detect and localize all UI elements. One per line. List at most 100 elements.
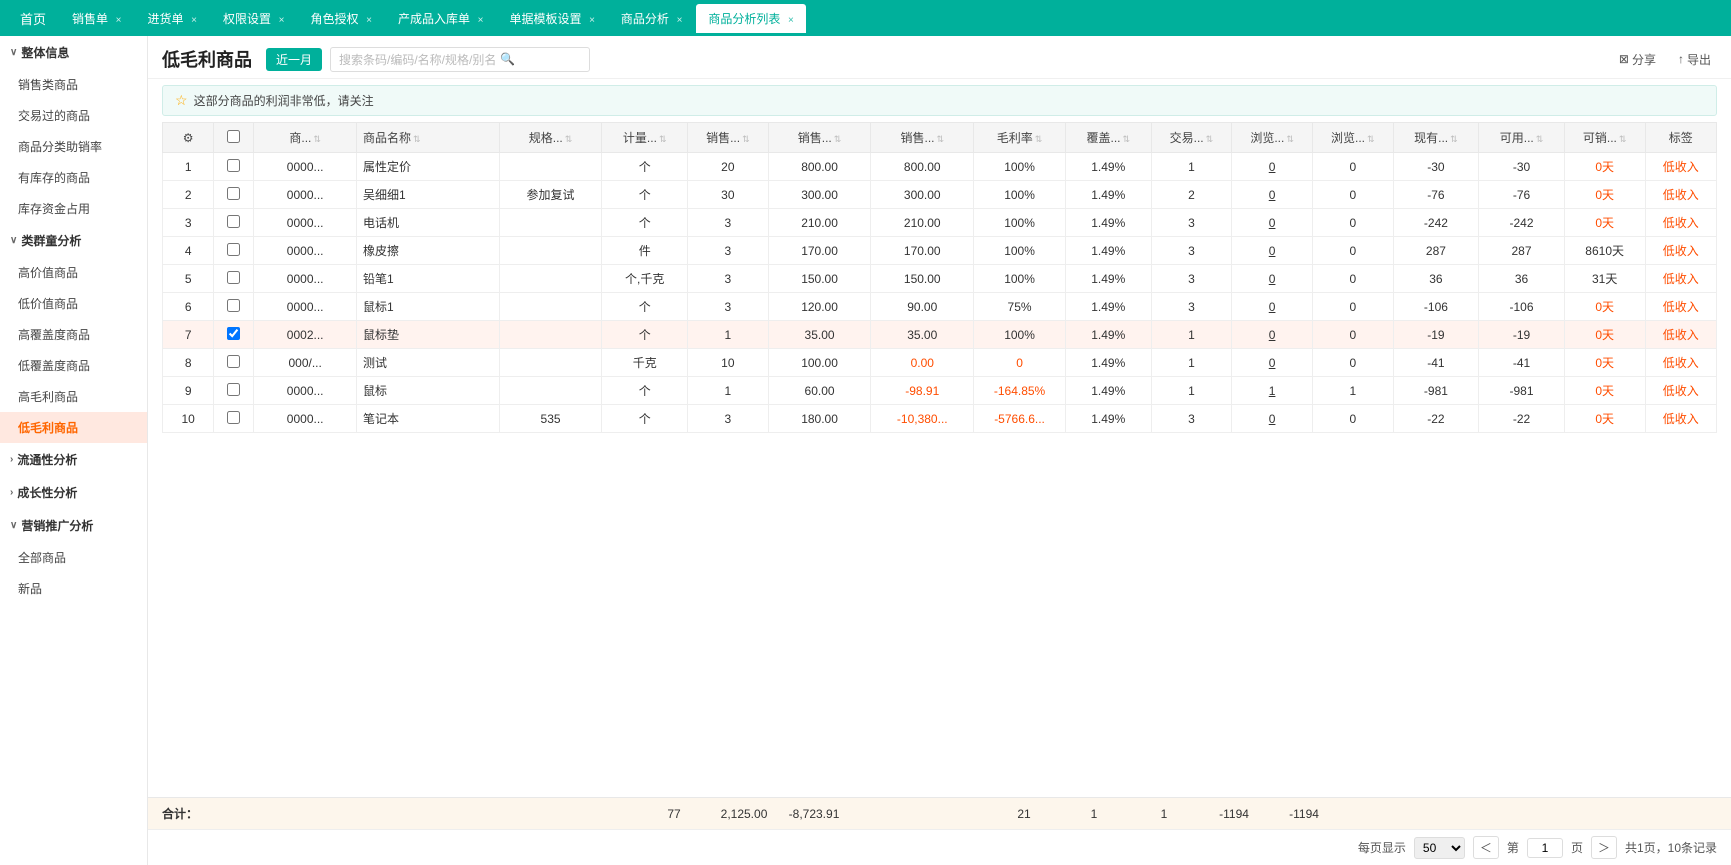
cell-check-0[interactable] [214,153,254,181]
row-checkbox-4[interactable] [227,271,240,284]
sidebar-group-growth[interactable]: › 成长性分析 [0,476,147,509]
sidebar-item-low-margin[interactable]: 低毛利商品 [0,412,147,443]
cell-view1-0[interactable]: 0 [1232,153,1313,181]
row-checkbox-2[interactable] [227,215,240,228]
cell-check-9[interactable] [214,405,254,433]
sidebar-item-high-value[interactable]: 高价值商品 [0,257,147,288]
prev-page-button[interactable]: ＜ [1473,836,1499,859]
nav-purchase-close[interactable]: × [191,15,197,26]
view1-link-2[interactable]: 0 [1269,216,1276,230]
th-margin[interactable]: 毛利率⇅ [974,123,1066,153]
row-checkbox-8[interactable] [227,383,240,396]
th-available[interactable]: 可用...⇅ [1479,123,1565,153]
th-unit[interactable]: 计量...⇅ [602,123,688,153]
view1-link-9[interactable]: 0 [1269,412,1276,426]
cell-view1-8[interactable]: 1 [1232,377,1313,405]
cell-view1-1[interactable]: 0 [1232,181,1313,209]
cell-name-8[interactable]: 鼠标 [357,377,500,405]
sidebar-item-stock-capital[interactable]: 库存资金占用 [0,193,147,224]
nav-sales[interactable]: 销售单 × [60,4,133,33]
sidebar-item-high-margin[interactable]: 高毛利商品 [0,381,147,412]
cell-view1-5[interactable]: 0 [1232,293,1313,321]
sidebar-group-overall[interactable]: ∨ 整体信息 [0,36,147,69]
row-checkbox-7[interactable] [227,355,240,368]
sidebar-item-category-rate[interactable]: 商品分类助销率 [0,131,147,162]
nav-analysis-list[interactable]: 商品分析列表 × [696,4,805,33]
th-view1[interactable]: 浏览...⇅ [1232,123,1313,153]
th-sales-profit[interactable]: 销售...⇅ [871,123,974,153]
row-checkbox-3[interactable] [227,243,240,256]
current-page-input[interactable] [1527,838,1563,858]
cell-check-7[interactable] [214,349,254,377]
th-spec[interactable]: 规格...⇅ [499,123,602,153]
th-settings[interactable]: ⚙ [163,123,214,153]
sidebar-item-stocked-goods[interactable]: 有库存的商品 [0,162,147,193]
th-current-stock[interactable]: 现有...⇅ [1393,123,1479,153]
view1-link-6[interactable]: 0 [1269,328,1276,342]
nav-template[interactable]: 单据模板设置 × [497,4,606,33]
date-filter-button[interactable]: 近一月 [266,48,322,71]
cell-check-3[interactable] [214,237,254,265]
cell-check-2[interactable] [214,209,254,237]
th-code[interactable]: 商...⇅ [254,123,357,153]
row-checkbox-5[interactable] [227,299,240,312]
share-button[interactable]: ⊠ 分享 [1613,48,1662,71]
cell-name-2[interactable]: 电话机 [357,209,500,237]
nav-template-close[interactable]: × [589,15,595,26]
cell-check-4[interactable] [214,265,254,293]
nav-sales-close[interactable]: × [116,15,122,26]
nav-product-entry[interactable]: 产成品入库单 × [386,4,495,33]
nav-home[interactable]: 首页 [8,3,58,34]
cell-name-0[interactable]: 属性定价 [357,153,500,181]
th-name[interactable]: 商品名称⇅ [357,123,500,153]
th-coverage[interactable]: 覆盖...⇅ [1065,123,1151,153]
cell-view1-6[interactable]: 0 [1232,321,1313,349]
view1-link-3[interactable]: 0 [1269,244,1276,258]
sidebar-group-flow[interactable]: › 流通性分析 [0,443,147,476]
nav-analysis-close[interactable]: × [677,15,683,26]
view1-link-0[interactable]: 0 [1269,160,1276,174]
cell-name-3[interactable]: 橡皮擦 [357,237,500,265]
cell-name-1[interactable]: 吴细细1 [357,181,500,209]
page-size-select[interactable]: 50 100 200 [1414,837,1465,859]
th-sales-amt[interactable]: 销售...⇅ [768,123,871,153]
cell-view1-9[interactable]: 0 [1232,405,1313,433]
sidebar-group-cluster[interactable]: ∨ 类群童分析 [0,224,147,257]
nav-product-analysis[interactable]: 商品分析 × [609,4,694,33]
cell-check-6[interactable] [214,321,254,349]
nav-roles[interactable]: 角色授权 × [298,4,383,33]
th-checkbox[interactable] [214,123,254,153]
sidebar-item-high-coverage[interactable]: 高覆盖度商品 [0,319,147,350]
nav-product-entry-close[interactable]: × [478,15,484,26]
row-checkbox-9[interactable] [227,411,240,424]
row-checkbox-1[interactable] [227,187,240,200]
row-checkbox-6[interactable] [227,327,240,340]
view1-link-4[interactable]: 0 [1269,272,1276,286]
view1-link-7[interactable]: 0 [1269,356,1276,370]
sidebar-item-low-value[interactable]: 低价值商品 [0,288,147,319]
view1-link-8[interactable]: 1 [1269,384,1276,398]
cell-view1-3[interactable]: 0 [1232,237,1313,265]
cell-view1-2[interactable]: 0 [1232,209,1313,237]
cell-check-8[interactable] [214,377,254,405]
nav-permissions[interactable]: 权限设置 × [211,4,296,33]
view1-link-1[interactable]: 0 [1269,188,1276,202]
cell-check-5[interactable] [214,293,254,321]
search-icon[interactable]: 🔍 [500,52,515,66]
sidebar-item-sales-goods[interactable]: 销售类商品 [0,69,147,100]
view1-link-5[interactable]: 0 [1269,300,1276,314]
nav-analysis-list-close[interactable]: × [788,15,794,26]
cell-name-7[interactable]: 测试 [357,349,500,377]
th-sales-qty[interactable]: 销售...⇅ [688,123,769,153]
th-view2[interactable]: 浏览...⇅ [1312,123,1393,153]
sidebar-group-marketing[interactable]: ∨ 营销推广分析 [0,509,147,542]
next-page-button[interactable]: ＞ [1591,836,1617,859]
cell-name-5[interactable]: 鼠标1 [357,293,500,321]
nav-purchase[interactable]: 进货单 × [136,4,209,33]
sidebar-item-new-goods[interactable]: 新品 [0,573,147,604]
sidebar-item-traded-goods[interactable]: 交易过的商品 [0,100,147,131]
cell-view1-7[interactable]: 0 [1232,349,1313,377]
nav-roles-close[interactable]: × [366,15,372,26]
select-all-checkbox[interactable] [227,130,240,143]
cell-view1-4[interactable]: 0 [1232,265,1313,293]
